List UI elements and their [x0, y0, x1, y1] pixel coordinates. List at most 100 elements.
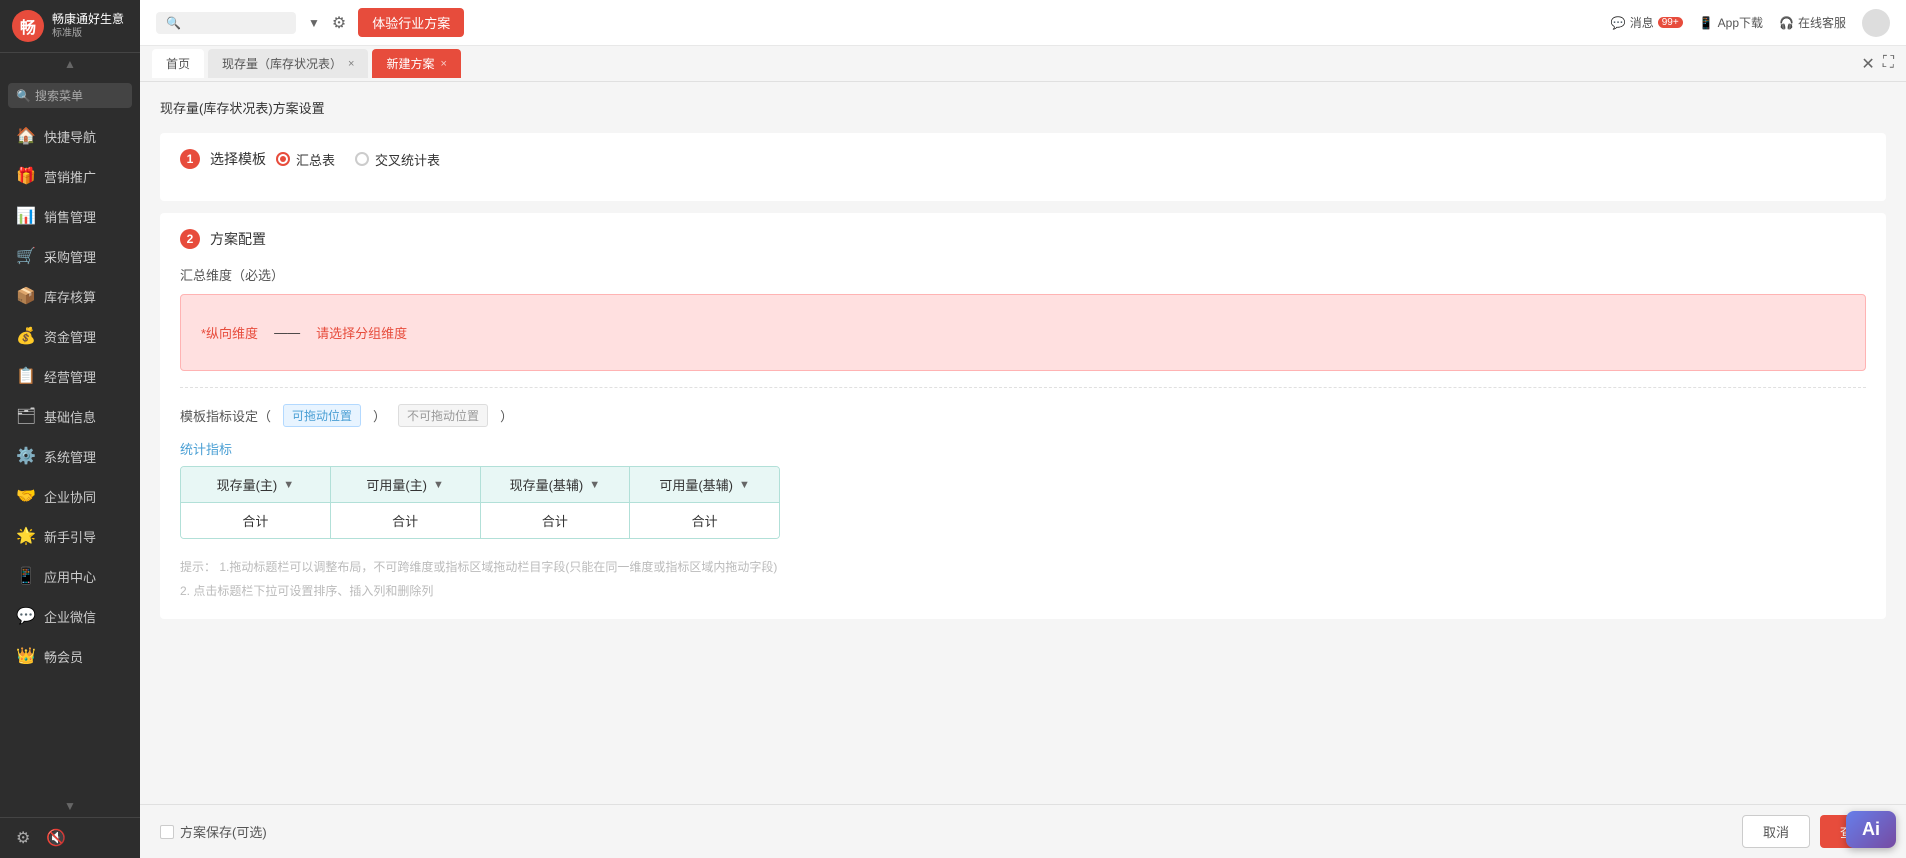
- app-download-item[interactable]: 📱 App下载: [1699, 14, 1763, 31]
- indicator-settings: 模板指标设定（ 可拖动位置 ） 不可拖动位置 ）: [180, 404, 1866, 427]
- content-area: 现存量(库存状况表)方案设置 1 选择模板 汇总表 交叉统计表: [140, 82, 1906, 804]
- save-option[interactable]: 方案保存(可选): [160, 822, 267, 841]
- sidebar-item-label: 快捷导航: [44, 127, 96, 146]
- sidebar-item-purchase[interactable]: 🛒 采购管理: [0, 236, 140, 276]
- tab-inventory-close[interactable]: ×: [348, 58, 354, 70]
- tab-inventory-label: 现存量（库存状况表）: [222, 55, 342, 72]
- tab-inventory-status[interactable]: 现存量（库存状况表） ×: [208, 49, 368, 78]
- avatar[interactable]: [1862, 9, 1890, 37]
- col-label-1: 可用量(主): [366, 475, 427, 494]
- logo-icon: 畅: [12, 10, 44, 42]
- sidebar-item-enterprise[interactable]: 🤝 企业协同: [0, 476, 140, 516]
- cell-1: 合计: [331, 503, 481, 538]
- col-label-0: 现存量(主): [217, 475, 278, 494]
- cell-0: 合计: [181, 503, 331, 538]
- sidebar-item-system[interactable]: ⚙️ 系统管理: [0, 436, 140, 476]
- finance-icon: 💰: [16, 326, 36, 346]
- sales-icon: 📊: [16, 206, 36, 226]
- try-industry-btn[interactable]: 体验行业方案: [358, 8, 464, 37]
- radio-summary[interactable]: 汇总表: [276, 150, 335, 169]
- radio-cross[interactable]: 交叉统计表: [355, 150, 440, 169]
- indicator-label: 模板指标设定（: [180, 406, 271, 425]
- search-label: 搜索菜单: [35, 87, 83, 104]
- sidebar-bottom: ⚙ 🔇: [0, 817, 140, 858]
- search-icon: 🔍: [16, 89, 31, 103]
- stats-table-row: 合计 合计 合计 合计: [181, 502, 779, 538]
- col-header-0[interactable]: 现存量(主) ▼: [181, 467, 331, 502]
- col-label-3: 可用量(基辅): [659, 475, 733, 494]
- col-header-1[interactable]: 可用量(主) ▼: [331, 467, 481, 502]
- sidebar-item-marketing[interactable]: 🎁 营销推广: [0, 156, 140, 196]
- stats-title: 统计指标: [180, 439, 1866, 458]
- tab-home[interactable]: 首页: [152, 49, 204, 78]
- dimension-box[interactable]: *纵向维度 —— 请选择分组维度: [180, 294, 1866, 371]
- tab-new-plan[interactable]: 新建方案 ×: [372, 49, 460, 78]
- hint-line-1: 提示： 1.拖动标题栏可以调整布局，不可跨维度或指标区域拖动栏目字段(只能在同一…: [180, 555, 1866, 579]
- sidebar-item-label: 经营管理: [44, 367, 96, 386]
- sidebar: 畅 畅康通好生意 标准版 ▲ 🔍 搜索菜单 🏠 快捷导航 🎁 营销推广 📊 销售…: [0, 0, 140, 858]
- app-edition: 标准版: [52, 27, 124, 40]
- dimension-separator: ——: [274, 325, 300, 340]
- col-header-2[interactable]: 现存量(基辅) ▼: [481, 467, 631, 502]
- sidebar-item-inventory[interactable]: 📦 库存核算: [0, 276, 140, 316]
- online-service-item[interactable]: 🎧 在线客服: [1779, 14, 1846, 31]
- hint-line-2: 2. 点击标题栏下拉可设置排序、插入列和删除列: [180, 579, 1866, 603]
- settings-icon[interactable]: ⚙: [16, 828, 30, 848]
- new-guide-icon: 🌟: [16, 526, 36, 546]
- page-title: 现存量(库存状况表)方案设置: [160, 98, 1886, 117]
- col-chevron-3: ▼: [739, 479, 750, 491]
- topbar: 🔍 ▼ ⚙ 体验行业方案 💬 消息 99+ 📱 App下载 🎧 在线客服: [140, 0, 1906, 46]
- sidebar-item-label: 营销推广: [44, 167, 96, 186]
- sidebar-item-label: 库存核算: [44, 287, 96, 306]
- topbar-settings-icon[interactable]: ⚙: [332, 13, 346, 33]
- quick-nav-icon: 🏠: [16, 126, 36, 146]
- save-checkbox[interactable]: [160, 825, 174, 839]
- topbar-left: 🔍 ▼ ⚙ 体验行业方案: [156, 8, 464, 37]
- sidebar-item-operations[interactable]: 📋 经营管理: [0, 356, 140, 396]
- tab-new-plan-close[interactable]: ×: [440, 58, 446, 70]
- messages-icon: 💬: [1611, 16, 1626, 30]
- topbar-search-bar[interactable]: 🔍: [156, 12, 296, 34]
- topbar-right: 💬 消息 99+ 📱 App下载 🎧 在线客服: [1611, 9, 1890, 37]
- dimension-placeholder: 请选择分组维度: [316, 323, 407, 342]
- indicator-label-end2: ）: [500, 406, 513, 425]
- sidebar-scroll-up[interactable]: ▲: [0, 53, 140, 75]
- sidebar-item-label: 销售管理: [44, 207, 96, 226]
- sidebar-search[interactable]: 🔍 搜索菜单: [8, 83, 132, 108]
- sidebar-item-label: 畅会员: [44, 647, 83, 666]
- non-draggable-tag: 不可拖动位置: [398, 404, 488, 427]
- sidebar-item-label: 系统管理: [44, 447, 96, 466]
- cell-3: 合计: [630, 503, 779, 538]
- sidebar-item-new-guide[interactable]: 🌟 新手引导: [0, 516, 140, 556]
- sidebar-scroll-down[interactable]: ▼: [0, 795, 140, 817]
- tab-close-icon[interactable]: ✕: [1861, 54, 1874, 74]
- tab-home-label: 首页: [166, 55, 190, 72]
- sidebar-logo: 畅 畅康通好生意 标准版: [0, 0, 140, 53]
- messages-item[interactable]: 💬 消息 99+: [1611, 14, 1683, 31]
- sidebar-item-vip[interactable]: 👑 畅会员: [0, 636, 140, 676]
- tab-expand-icon[interactable]: ⛶: [1883, 54, 1894, 74]
- sidebar-item-finance[interactable]: 💰 资金管理: [0, 316, 140, 356]
- col-header-3[interactable]: 可用量(基辅) ▼: [630, 467, 779, 502]
- col-chevron-2: ▼: [589, 479, 600, 491]
- enterprise-wx-icon: 💬: [16, 606, 36, 626]
- main: 🔍 ▼ ⚙ 体验行业方案 💬 消息 99+ 📱 App下载 🎧 在线客服: [140, 0, 1906, 858]
- col-label-2: 现存量(基辅): [510, 475, 584, 494]
- dimension-sublabel: 汇总维度（必选）: [180, 265, 1866, 284]
- messages-badge: 99+: [1658, 17, 1683, 28]
- sidebar-item-enterprise-wx[interactable]: 💬 企业微信: [0, 596, 140, 636]
- sidebar-item-app-center[interactable]: 📱 应用中心: [0, 556, 140, 596]
- step2-label: 方案配置: [210, 229, 266, 249]
- sidebar-item-quick-nav[interactable]: 🏠 快捷导航: [0, 116, 140, 156]
- marketing-icon: 🎁: [16, 166, 36, 186]
- sidebar-item-label: 采购管理: [44, 247, 96, 266]
- ai-button[interactable]: Ai: [1846, 811, 1896, 848]
- app-center-icon: 📱: [16, 566, 36, 586]
- vip-icon: 👑: [16, 646, 36, 666]
- cancel-button[interactable]: 取消: [1742, 815, 1810, 848]
- audio-icon[interactable]: 🔇: [46, 828, 66, 848]
- sidebar-item-sales[interactable]: 📊 销售管理: [0, 196, 140, 236]
- draggable-tag: 可拖动位置: [283, 404, 361, 427]
- dropdown-btn[interactable]: ▼: [308, 16, 320, 30]
- sidebar-item-basic-info[interactable]: 🗂 基础信息: [0, 396, 140, 436]
